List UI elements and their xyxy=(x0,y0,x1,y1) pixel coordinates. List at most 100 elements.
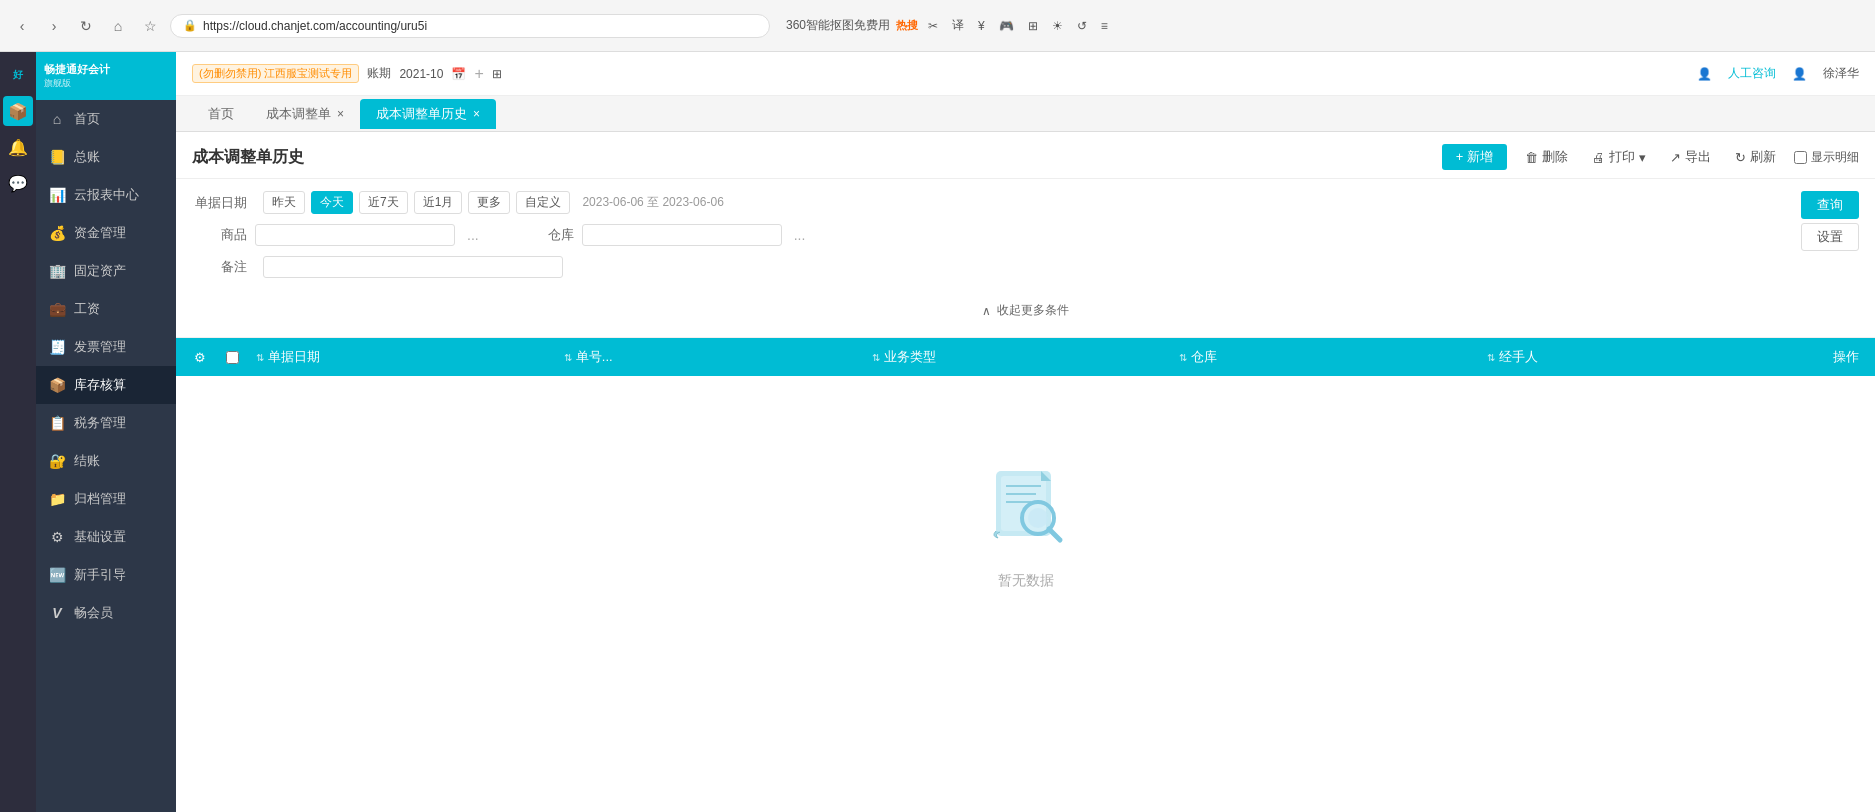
note-input[interactable] xyxy=(263,256,563,278)
sidebar-item-invoice[interactable]: 🧾 发票管理 xyxy=(36,328,176,366)
goods-input[interactable] xyxy=(255,224,455,246)
th-actions-label: 操作 xyxy=(1833,348,1859,366)
th-biz-type-sort-icon[interactable]: ⇅ xyxy=(872,352,880,363)
query-button[interactable]: 查询 xyxy=(1801,191,1859,219)
calendar-icon[interactable]: 📅 xyxy=(451,67,466,81)
add-tab-button[interactable]: + xyxy=(474,65,483,83)
sidebar-item-inventory[interactable]: 📦 库存核算 xyxy=(36,366,176,404)
th-biz-type-label: 业务类型 xyxy=(884,348,936,366)
new-button[interactable]: + 新增 xyxy=(1442,144,1507,170)
warehouse-input[interactable] xyxy=(582,224,782,246)
grid-icon[interactable]: ⊞ xyxy=(1024,17,1042,35)
forward-button[interactable]: › xyxy=(42,14,66,38)
sidebar-item-home[interactable]: ⌂ 首页 xyxy=(36,100,176,138)
sidebar-item-member[interactable]: V 畅会员 xyxy=(36,594,176,632)
tab-cost-adjust-history-close[interactable]: × xyxy=(473,107,480,121)
scissors-icon[interactable]: ✂ xyxy=(924,17,942,35)
delete-button[interactable]: 🗑 删除 xyxy=(1519,145,1574,169)
sidebar-item-guide[interactable]: 🆕 新手引导 xyxy=(36,556,176,594)
undo-icon[interactable]: ↺ xyxy=(1073,17,1091,35)
sidebar-item-reports[interactable]: 📊 云报表中心 xyxy=(36,176,176,214)
game-icon[interactable]: 🎮 xyxy=(995,17,1018,35)
tab-home[interactable]: 首页 xyxy=(192,99,250,129)
hot-search-label: 热搜 xyxy=(896,18,918,33)
sidebar-item-ledger[interactable]: 📒 总账 xyxy=(36,138,176,176)
th-date-sort-icon[interactable]: ⇅ xyxy=(256,352,264,363)
sidebar-item-funds[interactable]: 💰 资金管理 xyxy=(36,214,176,252)
th-number-sort-icon[interactable]: ⇅ xyxy=(564,352,572,363)
sidebar-ledger-label: 总账 xyxy=(74,148,100,166)
icon-bar: 好 📦 🔔 💬 xyxy=(0,52,36,812)
export-icon: ↗ xyxy=(1670,150,1681,165)
sidebar-item-assets[interactable]: 🏢 固定资产 xyxy=(36,252,176,290)
sidebar-inventory-label: 库存核算 xyxy=(74,376,126,394)
home-button[interactable]: ⌂ xyxy=(106,14,130,38)
address-bar[interactable]: 🔒 https://cloud.chanjet.com/accounting/u… xyxy=(170,14,770,38)
url-text: https://cloud.chanjet.com/accounting/uru… xyxy=(203,19,427,33)
select-all-checkbox[interactable] xyxy=(226,351,239,364)
wallet-icon[interactable]: ¥ xyxy=(974,17,989,35)
th-warehouse-sort-icon[interactable]: ⇅ xyxy=(1179,352,1187,363)
print-button[interactable]: 🖨 打印 ▾ xyxy=(1586,145,1652,169)
sidebar-item-settings[interactable]: ⚙ 基础设置 xyxy=(36,518,176,556)
refresh-button[interactable]: ↻ xyxy=(74,14,98,38)
top-bar-right: 👤 人工咨询 👤 徐泽华 xyxy=(1697,65,1859,82)
svg-line-7 xyxy=(1049,529,1060,540)
show-detail-checkbox[interactable] xyxy=(1794,151,1807,164)
icon-bar-active[interactable]: 📦 xyxy=(3,96,33,126)
assets-icon: 🏢 xyxy=(48,263,66,279)
back-button[interactable]: ‹ xyxy=(10,14,34,38)
page-header: 成本调整单历史 + 新增 🗑 删除 🖨 打印 ▾ ↗ 导出 xyxy=(176,132,1875,179)
star-button[interactable]: ☆ xyxy=(138,14,162,38)
translate-icon[interactable]: 译 xyxy=(948,15,968,36)
th-number-label: 单号... xyxy=(576,348,613,366)
filter-yesterday[interactable]: 昨天 xyxy=(263,191,305,214)
export-button[interactable]: ↗ 导出 xyxy=(1664,145,1717,169)
period-value: 2021-10 xyxy=(399,67,443,81)
browser-tools: 360智能抠图免费用 热搜 ✂ 译 ¥ 🎮 ⊞ ☀ ↺ ≡ xyxy=(786,15,1112,36)
sidebar-assets-label: 固定资产 xyxy=(74,262,126,280)
apps-icon[interactable]: ⊞ xyxy=(492,67,502,81)
user-service-label[interactable]: 人工咨询 xyxy=(1728,65,1776,82)
invoice-icon: 🧾 xyxy=(48,339,66,355)
filter-custom[interactable]: 自定义 xyxy=(516,191,570,214)
action-buttons: 查询 设置 xyxy=(1801,191,1859,251)
icon-bar-item-2[interactable]: 💬 xyxy=(3,168,33,198)
tab-cost-adjust-history[interactable]: 成本调整单历史 × xyxy=(360,99,496,129)
sidebar-item-archive[interactable]: 📁 归档管理 xyxy=(36,480,176,518)
sidebar-item-tax[interactable]: 📋 税务管理 xyxy=(36,404,176,442)
browser-chrome: ‹ › ↻ ⌂ ☆ 🔒 https://cloud.chanjet.com/ac… xyxy=(0,0,1875,52)
th-settings[interactable]: ⚙ xyxy=(184,350,216,365)
refresh-button-page[interactable]: ↻ 刷新 xyxy=(1729,145,1782,169)
warehouse-dots-button[interactable]: ... xyxy=(794,227,806,243)
sidebar-settings-label: 基础设置 xyxy=(74,528,126,546)
goods-filter-field: 商品 ... xyxy=(192,224,479,246)
collapse-button[interactable]: ∧ 收起更多条件 xyxy=(192,296,1859,325)
sidebar-item-close[interactable]: 🔐 结账 xyxy=(36,442,176,480)
goods-dots-button[interactable]: ... xyxy=(467,227,479,243)
column-settings-icon[interactable]: ⚙ xyxy=(194,350,206,365)
show-detail-toggle[interactable]: 显示明细 xyxy=(1794,149,1859,166)
filter-settings-button[interactable]: 设置 xyxy=(1801,223,1859,251)
user-avatar: 👤 xyxy=(1792,67,1807,81)
tab-cost-adjust[interactable]: 成本调整单 × xyxy=(250,99,360,129)
filter-7days[interactable]: 近7天 xyxy=(359,191,408,214)
menu-icon[interactable]: ≡ xyxy=(1097,17,1112,35)
filter-1month[interactable]: 近1月 xyxy=(414,191,463,214)
warehouse-filter-field: 仓库 ... xyxy=(519,224,806,246)
ssl-lock-icon: 🔒 xyxy=(183,19,197,32)
top-bar: (勿删勿禁用) 江西服宝测试专用 账期 2021-10 📅 + ⊞ 👤 人工咨询… xyxy=(176,52,1875,96)
filter-more[interactable]: 更多 xyxy=(468,191,510,214)
app-logo-text: 畅捷通好会计 xyxy=(44,62,110,77)
sidebar-item-salary[interactable]: 💼 工资 xyxy=(36,290,176,328)
home-icon: ⌂ xyxy=(48,111,66,127)
tab-cost-adjust-close[interactable]: × xyxy=(337,107,344,121)
filter-today[interactable]: 今天 xyxy=(311,191,353,214)
th-actions: 操作 xyxy=(1787,348,1867,366)
goods-label: 商品 xyxy=(192,226,247,244)
icon-bar-item-1[interactable]: 🔔 xyxy=(3,132,33,162)
collapse-label: 收起更多条件 xyxy=(997,302,1069,319)
th-operator-sort-icon[interactable]: ⇅ xyxy=(1487,352,1495,363)
brightness-icon[interactable]: ☀ xyxy=(1048,17,1067,35)
th-checkbox[interactable] xyxy=(216,351,248,364)
